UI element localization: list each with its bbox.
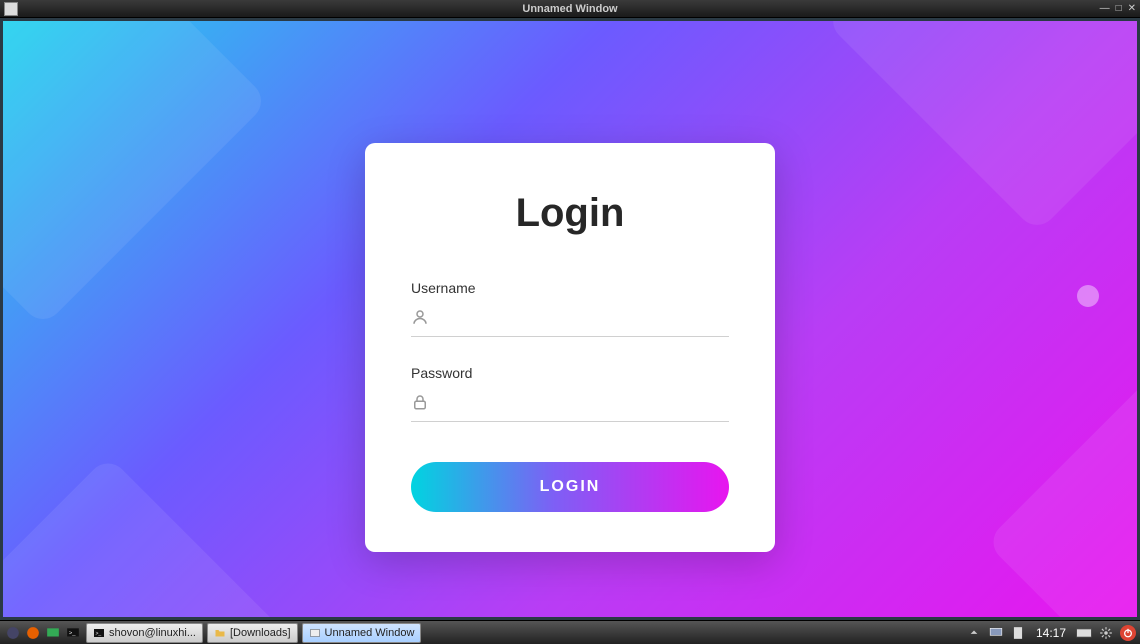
tray-arrow-icon[interactable] <box>966 625 982 641</box>
window-controls: — □ ✕ <box>1100 4 1136 14</box>
password-input[interactable] <box>445 393 729 411</box>
window-titlebar: Unnamed Window — □ ✕ <box>0 0 1140 18</box>
taskbar-left: >_ >_ shovon@linuxhi... [Downloads] Unna… <box>0 623 421 643</box>
window-app-icon <box>4 2 18 16</box>
login-heading: Login <box>411 191 729 236</box>
login-card: Login Username Password LOGIN <box>365 143 775 552</box>
password-label: Password <box>411 365 729 381</box>
lock-icon <box>411 393 429 411</box>
firefox-launcher-icon[interactable] <box>24 624 42 642</box>
taskbar-clock[interactable]: 14:17 <box>1032 626 1070 640</box>
taskbar-right: 14:17 <box>966 625 1140 641</box>
folder-icon <box>214 627 226 639</box>
user-icon <box>411 308 429 326</box>
username-input[interactable] <box>445 308 729 326</box>
taskbar-task-label: [Downloads] <box>230 627 291 639</box>
taskbar-task-files[interactable]: [Downloads] <box>207 623 298 643</box>
bg-decor <box>985 365 1137 617</box>
bg-decor <box>3 21 269 327</box>
window-body: Login Username Password LOGIN <box>0 18 1140 620</box>
maximize-button[interactable]: □ <box>1116 4 1122 14</box>
username-row[interactable] <box>411 308 729 337</box>
login-background: Login Username Password LOGIN <box>3 21 1137 617</box>
side-indicator <box>1077 285 1099 307</box>
taskbar-task-label: shovon@linuxhi... <box>109 627 196 639</box>
taskbar-task-label: Unnamed Window <box>325 627 415 639</box>
tray-settings-icon[interactable] <box>1098 625 1114 641</box>
svg-text:>_: >_ <box>69 630 76 636</box>
bg-decor <box>3 455 285 617</box>
tray-power-icon[interactable] <box>1120 625 1136 641</box>
minimize-button[interactable]: — <box>1100 4 1110 14</box>
login-button[interactable]: LOGIN <box>411 462 729 512</box>
tray-display-icon[interactable] <box>988 625 1004 641</box>
terminal-icon: >_ <box>93 627 105 639</box>
taskbar-task-unnamed-window[interactable]: Unnamed Window <box>302 623 422 643</box>
tray-keyboard-icon[interactable] <box>1076 625 1092 641</box>
terminal-launcher-icon[interactable]: >_ <box>64 624 82 642</box>
password-row[interactable] <box>411 393 729 422</box>
svg-text:>_: >_ <box>96 631 102 637</box>
bg-decor <box>825 21 1137 233</box>
taskbar-task-terminal[interactable]: >_ shovon@linuxhi... <box>86 623 203 643</box>
close-button[interactable]: ✕ <box>1128 4 1136 14</box>
show-desktop-icon[interactable] <box>44 624 62 642</box>
tray-clipboard-icon[interactable] <box>1010 625 1026 641</box>
window-icon <box>309 627 321 639</box>
taskbar: >_ >_ shovon@linuxhi... [Downloads] Unna… <box>0 620 1140 644</box>
username-label: Username <box>411 280 729 296</box>
menu-launcher-icon[interactable] <box>4 624 22 642</box>
window-title: Unnamed Window <box>522 3 617 15</box>
